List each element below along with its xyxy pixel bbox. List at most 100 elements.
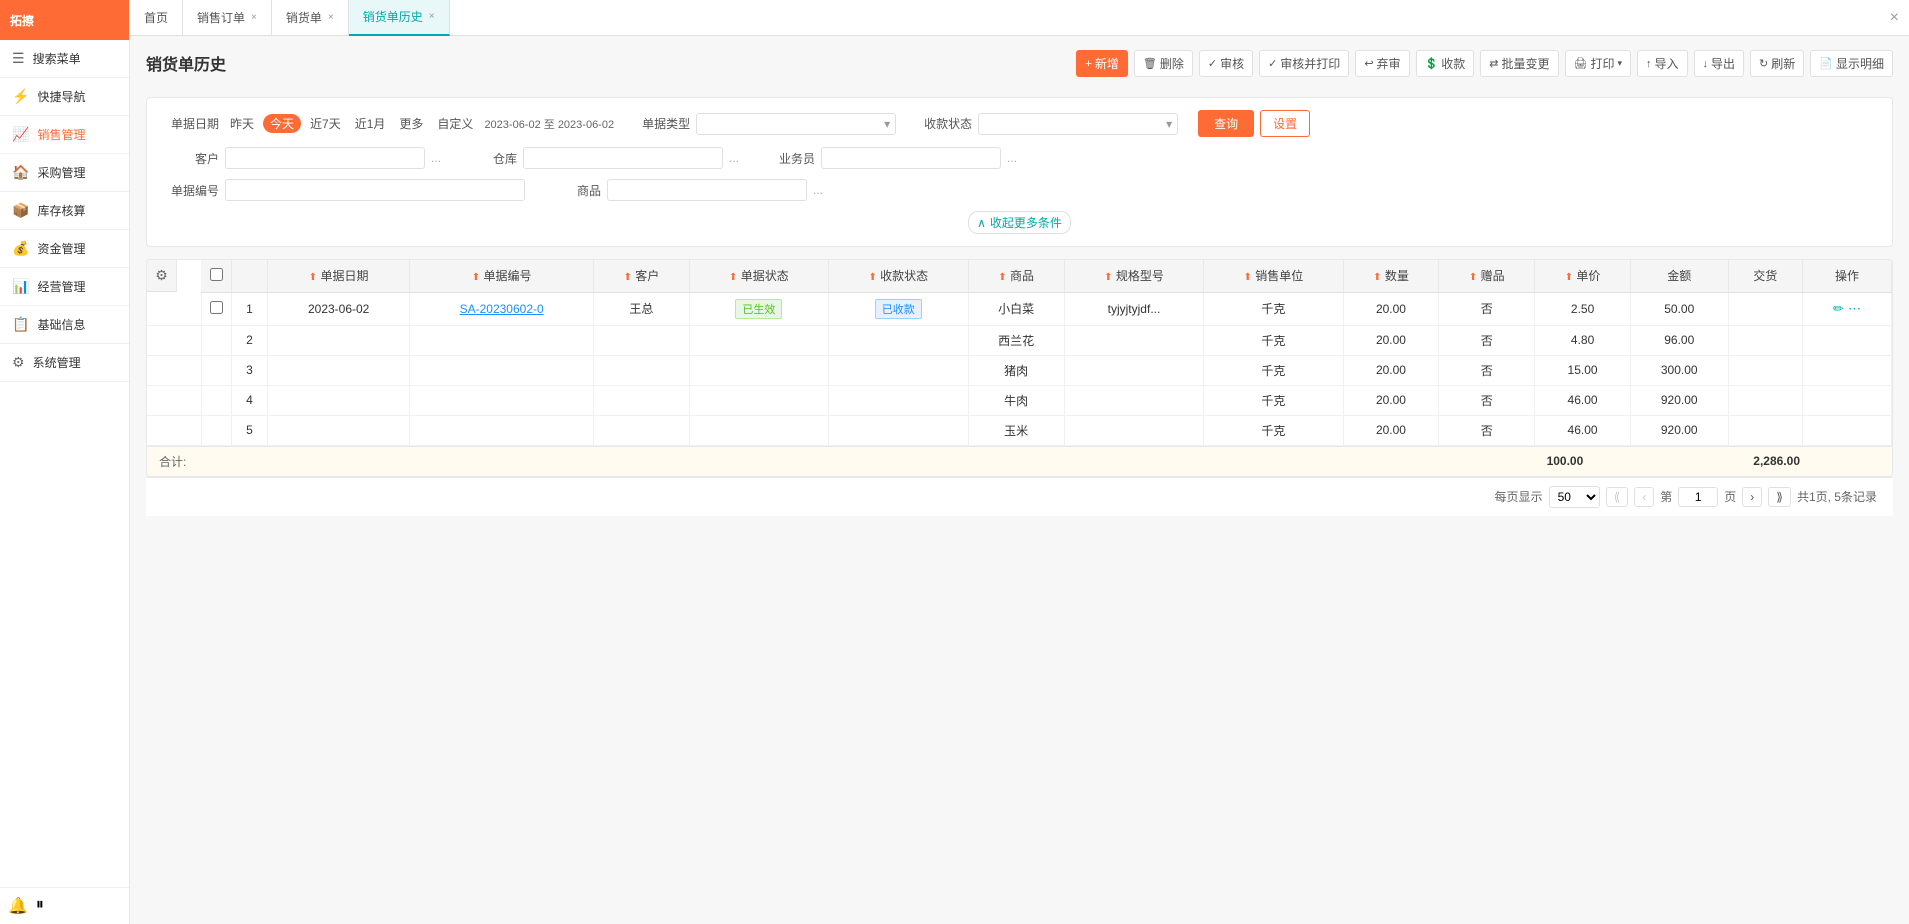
delete-button[interactable]: 🗑 删除	[1134, 50, 1193, 77]
collapse-button[interactable]: ∧ 收起更多条件	[968, 211, 1071, 234]
per-page-select[interactable]: 50 20 100	[1549, 486, 1600, 508]
customer-input[interactable]	[225, 147, 425, 169]
tab-home[interactable]: 首页	[130, 0, 183, 36]
shortcut-custom[interactable]: 自定义	[432, 114, 478, 133]
goods-cell: 小白菜	[968, 292, 1064, 325]
page-prev-button[interactable]: ‹	[1634, 487, 1654, 507]
row-checkbox-cell[interactable]	[201, 415, 231, 445]
sales-mgmt-icon: 📈	[12, 126, 29, 143]
page-number-input[interactable]: 1	[1678, 487, 1718, 507]
doc-no-input[interactable]	[225, 179, 525, 201]
shortcut-1month[interactable]: 近1月	[350, 114, 391, 133]
show-detail-button[interactable]: 📄 显示明细	[1810, 50, 1893, 77]
sidebar-item-purchase-mgmt[interactable]: 🏠 采购管理	[0, 154, 129, 192]
goods-dots[interactable]: ...	[813, 183, 823, 197]
edit-action-icon[interactable]: ✏	[1831, 301, 1846, 316]
page-last-button[interactable]: ⟫	[1768, 487, 1791, 507]
query-button[interactable]: 查询	[1198, 110, 1254, 137]
business-dots[interactable]: ...	[1007, 151, 1017, 165]
shortcut-more[interactable]: 更多	[394, 114, 428, 133]
col-goods[interactable]: ⬆ 商品	[968, 260, 1064, 292]
shortcut-today[interactable]: 今天	[263, 114, 301, 133]
doc-no-cell[interactable]	[410, 415, 594, 445]
sidebar-item-inventory[interactable]: 📦 库存核算	[0, 192, 129, 230]
settings-button[interactable]: 设置	[1260, 110, 1310, 137]
col-quantity[interactable]: ⬆ 数量	[1343, 260, 1439, 292]
audit-button[interactable]: ✓ 审核	[1199, 50, 1253, 77]
page-next-button[interactable]: ›	[1742, 487, 1762, 507]
payment-status-select[interactable]	[978, 113, 1178, 135]
col-unit[interactable]: ⬆ 销售单位	[1204, 260, 1343, 292]
col-doc-date[interactable]: ⬆ 单据日期	[267, 260, 409, 292]
doc-type-select[interactable]	[696, 113, 896, 135]
column-settings-icon[interactable]: ⚙	[155, 267, 168, 284]
audit-print-button[interactable]: ✓ 审核并打印	[1259, 50, 1349, 77]
table-select-all-col[interactable]	[201, 260, 231, 292]
tab-close-icon[interactable]: ×	[251, 12, 257, 23]
pause-icon[interactable]: ⏸	[36, 896, 44, 916]
row-checkbox-cell[interactable]	[201, 292, 231, 325]
sidebar-item-sys-mgmt[interactable]: ⚙ 系统管理	[0, 344, 129, 382]
import-button[interactable]: ↑ 导入	[1637, 50, 1688, 77]
row-checkbox-cell[interactable]	[201, 325, 231, 355]
close-all-tabs-button[interactable]: ×	[1880, 9, 1909, 27]
shortcut-7days[interactable]: 近7天	[305, 114, 346, 133]
action-cell[interactable]	[1802, 355, 1891, 385]
doc-no-cell[interactable]	[410, 325, 594, 355]
payment-status-select-wrap	[978, 113, 1178, 135]
print-button[interactable]: 🖨 打印 ▾	[1565, 50, 1632, 77]
warehouse-dots[interactable]: ...	[729, 151, 739, 165]
spec-cell	[1064, 355, 1203, 385]
col-doc-no[interactable]: ⬆ 单据编号	[410, 260, 594, 292]
collect-button[interactable]: 💲 收款	[1416, 50, 1475, 77]
col-customer[interactable]: ⬆ 客户	[593, 260, 689, 292]
goods-input[interactable]	[607, 179, 807, 201]
per-page-label: 每页显示	[1495, 488, 1543, 505]
sidebar-item-quick-nav[interactable]: ⚡ 快捷导航	[0, 78, 129, 116]
action-cell[interactable]	[1802, 325, 1891, 355]
row-checkbox-cell[interactable]	[201, 385, 231, 415]
col-unit-price[interactable]: ⬆ 单价	[1535, 260, 1631, 292]
table-settings-col[interactable]: ⚙	[147, 260, 177, 292]
warehouse-input[interactable]	[523, 147, 723, 169]
tab-sales-delivery[interactable]: 销货单 ×	[272, 0, 349, 36]
customer-dots[interactable]: ...	[431, 151, 441, 165]
action-cell[interactable]	[1802, 385, 1891, 415]
tab-close-icon[interactable]: ×	[328, 12, 334, 23]
tab-sales-delivery-history[interactable]: 销货单历史 ×	[349, 0, 450, 36]
row-checkbox[interactable]	[210, 301, 223, 314]
doc-no-cell[interactable]	[410, 355, 594, 385]
notification-icon[interactable]: 🔔	[8, 896, 28, 916]
shortcut-yesterday[interactable]: 昨天	[225, 114, 259, 133]
col-doc-status[interactable]: ⬆ 单据状态	[689, 260, 828, 292]
col-spec[interactable]: ⬆ 规格型号	[1064, 260, 1203, 292]
sidebar-item-operation[interactable]: 📊 经营管理	[0, 268, 129, 306]
action-cell[interactable]: ✏⋯	[1802, 292, 1891, 325]
table-body: 1 2023-06-02 SA-20230602-0 王总 已生效 已收款 小白…	[147, 292, 1892, 445]
doc-no-cell[interactable]: SA-20230602-0	[410, 292, 594, 325]
customer-label: 客户	[163, 150, 219, 167]
tab-close-icon[interactable]: ×	[429, 11, 435, 22]
row-checkbox-cell[interactable]	[201, 355, 231, 385]
sidebar-item-basic-info[interactable]: 📋 基础信息	[0, 306, 129, 344]
more-action-icon[interactable]: ⋯	[1846, 301, 1863, 316]
abandon-button[interactable]: ↩ 弃审	[1355, 50, 1409, 77]
batch-change-button[interactable]: ⇄ 批量变更	[1480, 50, 1558, 77]
export-button[interactable]: ↓ 导出	[1694, 50, 1745, 77]
doc-no-link[interactable]: SA-20230602-0	[460, 302, 544, 316]
new-button[interactable]: + 新增	[1076, 50, 1127, 77]
refresh-button[interactable]: ↻ 刷新	[1750, 50, 1804, 77]
business-input[interactable]	[821, 147, 1001, 169]
print-icon: 🖨	[1574, 57, 1588, 70]
tab-sales-order[interactable]: 销售订单 ×	[183, 0, 272, 36]
select-all-checkbox[interactable]	[210, 268, 223, 281]
gift-cell: 否	[1439, 355, 1535, 385]
col-pay-status[interactable]: ⬆ 收款状态	[829, 260, 968, 292]
sidebar-item-finance[interactable]: 💰 资金管理	[0, 230, 129, 268]
sidebar-item-search-menu[interactable]: ☰ 搜索菜单	[0, 40, 129, 78]
sidebar-item-sales-mgmt[interactable]: 📈 销售管理	[0, 116, 129, 154]
doc-no-cell[interactable]	[410, 385, 594, 415]
page-first-button[interactable]: ⟪	[1606, 487, 1629, 507]
action-cell[interactable]	[1802, 415, 1891, 445]
col-gift[interactable]: ⬆ 赠品	[1439, 260, 1535, 292]
